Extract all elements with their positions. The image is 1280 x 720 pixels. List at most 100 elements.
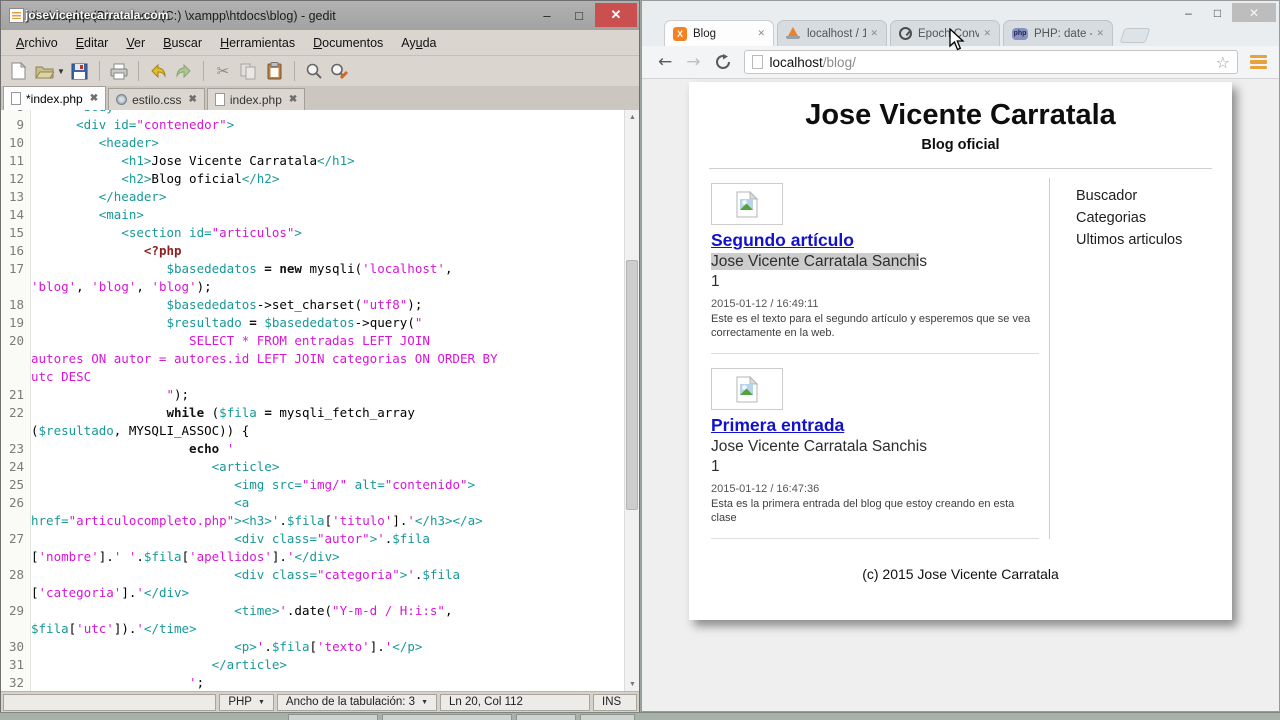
- copy-icon[interactable]: [238, 60, 260, 82]
- tab-width-selector[interactable]: Ancho de la tabulación: 3 ▼: [276, 693, 437, 711]
- taskbar[interactable]: [0, 712, 1280, 720]
- browser-close-icon[interactable]: ✕: [1232, 3, 1276, 22]
- paste-icon[interactable]: [264, 60, 286, 82]
- open-dropdown-icon[interactable]: ▼: [57, 67, 65, 76]
- menu-herramientas[interactable]: Herramientas: [211, 33, 304, 53]
- browser-menu-icon[interactable]: [1247, 53, 1270, 72]
- tab-close-icon[interactable]: ✕: [757, 28, 765, 39]
- article-title-link[interactable]: Segundo artículo: [711, 230, 854, 251]
- browser-tab-blog[interactable]: X Blog ✕: [664, 20, 774, 46]
- editor-scrollbar[interactable]: ▲ ▼: [624, 110, 639, 691]
- code-line: href="articulocompleto.php"><h3>'.$fila[…: [31, 513, 483, 528]
- browser-window: X Blog ✕ localhost / 1 ✕ Epoch Conv ✕ php PHP: d…: [641, 0, 1280, 712]
- browser-tabstrip: X Blog ✕ localhost / 1 ✕ Epoch Conv ✕ php PHP: d…: [664, 20, 1151, 46]
- code-line: $fila['utc']).'</time>: [31, 621, 197, 636]
- document-icon: [11, 92, 21, 105]
- gedit-maximize-icon[interactable]: □: [563, 3, 595, 27]
- selected-text: Jose Vicente Carratala Sanchi: [711, 253, 920, 270]
- browser-maximize-icon[interactable]: □: [1203, 3, 1232, 22]
- scrollbar-thumb[interactable]: [626, 260, 638, 510]
- editor-tab-estilo.css[interactable]: estilo.css ✖: [108, 88, 205, 110]
- blog-title: Jose Vicente Carratala: [805, 99, 1116, 131]
- bookmark-star-icon[interactable]: ☆: [1216, 53, 1230, 72]
- save-icon[interactable]: [69, 60, 91, 82]
- gedit-minimize-icon[interactable]: –: [531, 3, 563, 27]
- tab-label: PHP: date -: [1034, 27, 1093, 40]
- browser-tab-localhost-1[interactable]: localhost / 1 ✕: [777, 20, 887, 46]
- tab-close-icon[interactable]: ✖: [90, 93, 98, 104]
- print-icon[interactable]: [108, 60, 130, 82]
- new-file-icon[interactable]: [7, 60, 29, 82]
- code-line: 10 <header>: [8, 135, 159, 150]
- gedit-close-icon[interactable]: ✕: [595, 3, 637, 27]
- tab-label: localhost / 1: [807, 27, 867, 40]
- article-excerpt: Este es el texto para el segundo artícul…: [711, 313, 1031, 339]
- tab-label: estilo.css: [132, 92, 182, 107]
- code-line: 25 <img src="img/" alt="contenido">: [8, 477, 476, 492]
- tab-close-icon[interactable]: ✕: [983, 28, 991, 39]
- article-title-link[interactable]: Primera entrada: [711, 415, 844, 436]
- forward-icon[interactable]: →: [679, 52, 707, 72]
- menu-archivo[interactable]: Archivo: [7, 33, 67, 53]
- back-icon[interactable]: ←: [651, 52, 679, 72]
- taskbar-button[interactable]: [382, 714, 512, 720]
- epoch-favicon: [899, 27, 912, 40]
- tab-label: Blog: [693, 27, 717, 40]
- code-line: 22 while ($fila = mysqli_fetch_array: [8, 405, 415, 420]
- search-icon[interactable]: [303, 60, 325, 82]
- scroll-down-icon[interactable]: ▼: [625, 677, 639, 691]
- undo-icon[interactable]: [147, 60, 169, 82]
- url-path: /blog/: [822, 54, 856, 70]
- browser-minimize-icon[interactable]: –: [1174, 3, 1203, 22]
- taskbar-button[interactable]: [288, 714, 378, 720]
- code-line: 9 <div id="contenedor">: [16, 117, 235, 132]
- code-line: 16 <?php: [8, 243, 182, 258]
- broken-image-icon: [736, 375, 758, 402]
- code-line: 18 $basededatos->set_charset("utf8");: [8, 297, 423, 312]
- mouse-cursor: [949, 28, 965, 51]
- gedit-editor[interactable]: 8 <body>9 <div id="contenedor">10 <heade…: [1, 110, 639, 691]
- menu-documentos[interactable]: Documentos: [304, 33, 392, 53]
- code-line: 28 <div class="categoria">'.$fila: [8, 567, 461, 582]
- address-bar[interactable]: localhost/blog/ ☆: [743, 50, 1238, 74]
- tab-close-icon[interactable]: ✖: [188, 94, 196, 105]
- search-replace-icon[interactable]: [329, 60, 351, 82]
- tab-close-icon[interactable]: ✖: [289, 94, 297, 105]
- editor-tab-index.php[interactable]: *index.php ✖: [3, 86, 107, 110]
- menu-ayuda[interactable]: Ayuda: [392, 33, 445, 53]
- menu-buscar[interactable]: Buscar: [154, 33, 211, 53]
- browser-tab-php-date-[interactable]: php PHP: date - ✕: [1003, 20, 1113, 46]
- desktop: *index.php (Disco local (C:) \xampp\htdo…: [0, 0, 1280, 720]
- redo-icon[interactable]: [173, 60, 195, 82]
- code-line: autores ON autor = autores.id LEFT JOIN …: [31, 351, 498, 366]
- code-line: 26 <a: [8, 495, 250, 510]
- tab-close-icon[interactable]: ✕: [1096, 28, 1104, 39]
- taskbar-button[interactable]: [580, 714, 635, 720]
- cut-icon[interactable]: ✂: [212, 60, 234, 82]
- browser-tab-epoch-conv[interactable]: Epoch Conv ✕: [890, 20, 1000, 46]
- gedit-statusbar: PHP ▼ Ancho de la tabulación: 3 ▼ Ln 20, C…: [1, 691, 639, 712]
- tab-close-icon[interactable]: ✕: [870, 28, 878, 39]
- sidebar-item-categorias: Categorias: [1076, 210, 1147, 226]
- code-line: 19 $resultado = $basededatos->query(": [8, 315, 423, 330]
- language-selector[interactable]: PHP ▼: [219, 693, 274, 711]
- blog-sidebar: Buscador Categorias Ultimos articulos: [1049, 178, 1232, 539]
- scroll-up-icon[interactable]: ▲: [625, 110, 639, 124]
- editor-tab-index.php[interactable]: index.php ✖: [206, 88, 306, 110]
- reload-icon[interactable]: [708, 54, 738, 70]
- gedit-titlebar[interactable]: *index.php (Disco local (C:) \xampp\htdo…: [1, 1, 639, 30]
- document-icon: [214, 93, 225, 106]
- articles-section: Segundo artículo Jose Vicente Carratala …: [711, 178, 1049, 539]
- new-tab-button[interactable]: [1119, 28, 1151, 43]
- taskbar-button[interactable]: [516, 714, 576, 720]
- article-excerpt: Esta es la primera entrada del blog que …: [711, 498, 1015, 524]
- article-category: 1: [711, 273, 720, 290]
- code-line: 17 $basededatos = new mysqli('localhost'…: [8, 261, 453, 276]
- pma-favicon: [786, 27, 801, 40]
- code-line: 23 echo ': [8, 441, 235, 456]
- code-area[interactable]: 8 <body>9 <div id="contenedor">10 <heade…: [1, 110, 624, 691]
- open-file-icon[interactable]: [33, 60, 55, 82]
- menu-ver[interactable]: Ver: [117, 33, 154, 53]
- menu-editar[interactable]: Editar: [67, 33, 118, 53]
- blog-footer: (c) 2015 Jose Vicente Carratala: [862, 566, 1059, 582]
